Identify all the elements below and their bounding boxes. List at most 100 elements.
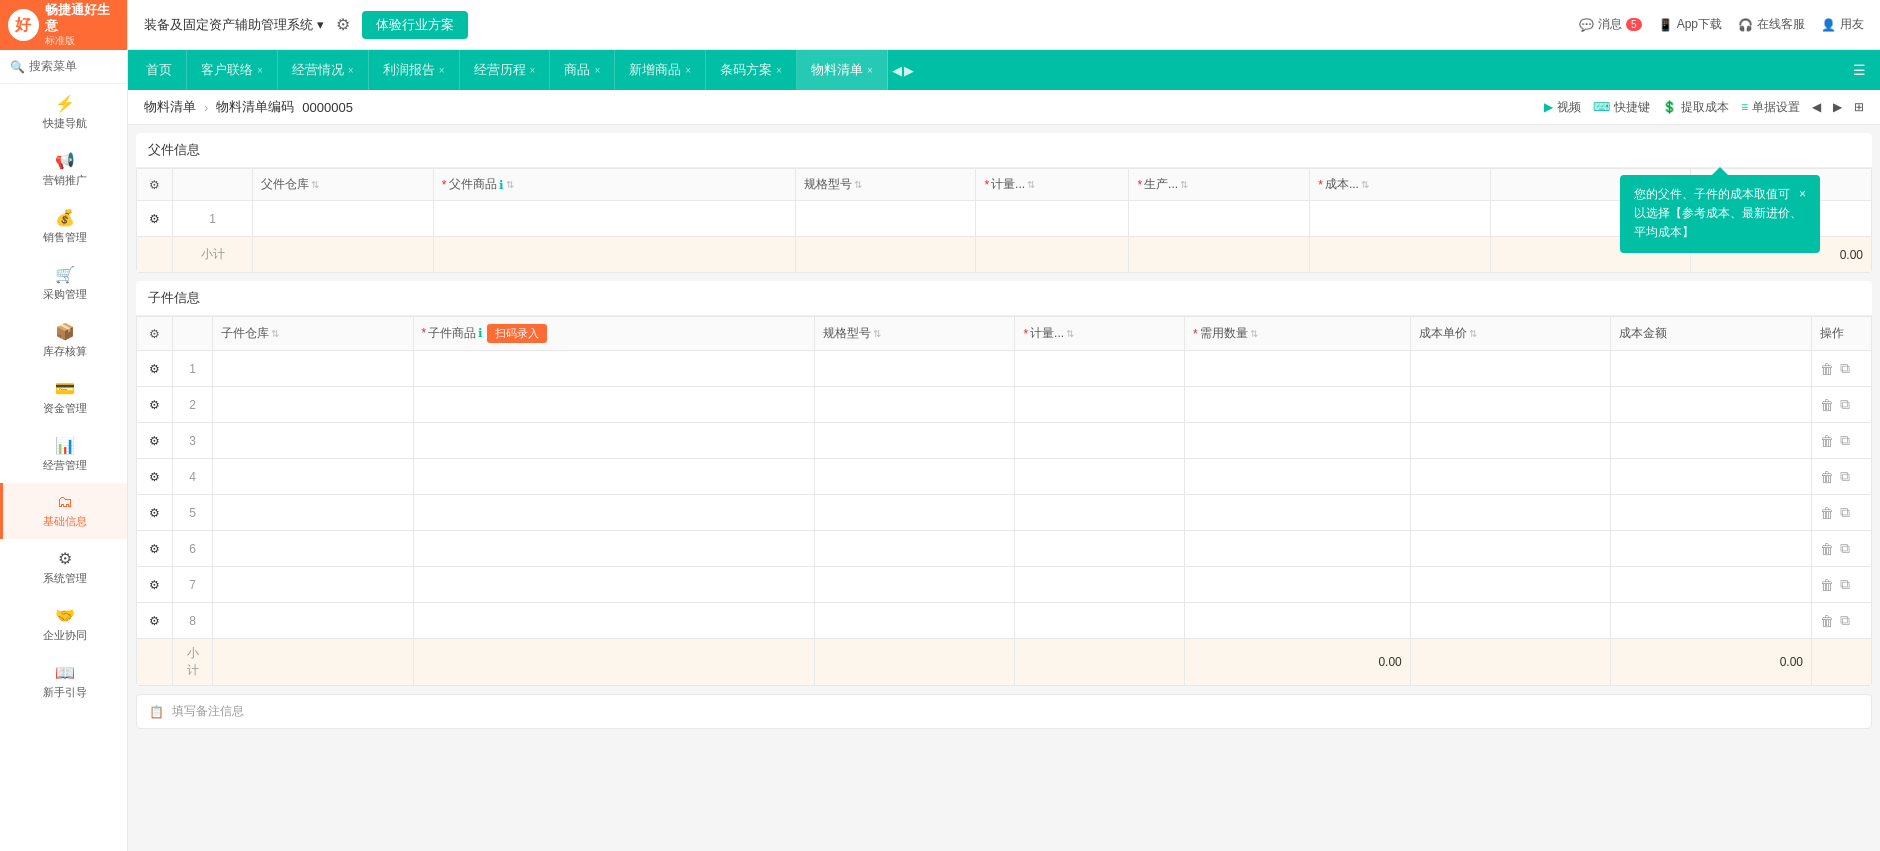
parent-row-warehouse[interactable]	[253, 201, 434, 237]
delete-icon[interactable]: 🗑	[1820, 505, 1834, 521]
tab-bom[interactable]: 物料清单 ×	[797, 50, 888, 90]
child-row-spec[interactable]	[814, 459, 1015, 495]
child-qty-sort[interactable]: * 需用数量 ⇅	[1193, 325, 1258, 342]
tab-profit-close[interactable]: ×	[439, 65, 445, 76]
child-price-sort[interactable]: 成本单价 ⇅	[1419, 325, 1477, 342]
child-row-price[interactable]	[1410, 567, 1611, 603]
copy-icon[interactable]: ⧉	[1840, 540, 1850, 557]
tab-history[interactable]: 经营历程 ×	[460, 50, 551, 90]
doc-settings-btn[interactable]: ≡ 单据设置	[1741, 99, 1800, 116]
spec-sort[interactable]: 规格型号 ⇅	[804, 176, 862, 193]
parent-row-cost[interactable]	[1310, 201, 1491, 237]
child-row-warehouse[interactable]	[213, 351, 414, 387]
parent-row-production[interactable]	[1129, 201, 1310, 237]
copy-icon[interactable]: ⧉	[1840, 504, 1850, 521]
sidebar-item-basic-info[interactable]: 🗂 基础信息	[0, 483, 127, 539]
child-row-price[interactable]	[1410, 495, 1611, 531]
child-unit-sort[interactable]: * 计量... ⇅	[1023, 325, 1074, 342]
child-row-qty[interactable]	[1185, 459, 1411, 495]
sidebar-item-system[interactable]: ⚙ 系统管理	[0, 539, 127, 596]
unit-sort[interactable]: * 计量... ⇅	[984, 176, 1035, 193]
tab-customer-close[interactable]: ×	[257, 65, 263, 76]
view-video-btn[interactable]: ▶ 视频	[1544, 99, 1581, 116]
tab-home[interactable]: 首页	[132, 50, 187, 90]
child-row-product[interactable]	[413, 495, 814, 531]
child-row-product[interactable]	[413, 459, 814, 495]
child-row-spec[interactable]	[814, 531, 1015, 567]
sidebar-item-inventory[interactable]: 📦 库存核算	[0, 312, 127, 369]
close-all-tabs[interactable]: ☰	[1843, 62, 1876, 78]
child-warehouse-sort[interactable]: 子件仓库 ⇅	[221, 325, 279, 342]
child-row-qty[interactable]	[1185, 567, 1411, 603]
child-row-warehouse[interactable]	[213, 567, 414, 603]
app-download-btn[interactable]: 📱 App下载	[1658, 16, 1722, 33]
sidebar-search-area[interactable]: 🔍 搜索菜单	[0, 50, 127, 84]
note-text[interactable]: 填写备注信息	[172, 703, 244, 720]
child-row-unit[interactable]	[1015, 351, 1185, 387]
tab-operations-close[interactable]: ×	[348, 65, 354, 76]
sidebar-item-marketing[interactable]: 📢 营销推广	[0, 141, 127, 198]
tab-profit[interactable]: 利润报告 ×	[369, 50, 460, 90]
tab-barcode-close[interactable]: ×	[776, 65, 782, 76]
child-row-qty[interactable]	[1185, 531, 1411, 567]
child-row-spec[interactable]	[814, 351, 1015, 387]
delete-icon[interactable]: 🗑	[1820, 397, 1834, 413]
tab-products-close[interactable]: ×	[594, 65, 600, 76]
nav-next-btn[interactable]: ▶	[1833, 100, 1842, 114]
child-row-price[interactable]	[1410, 459, 1611, 495]
child-settings-icon[interactable]: ⚙	[149, 327, 160, 341]
child-row-spec[interactable]	[814, 495, 1015, 531]
sidebar-item-quick-nav[interactable]: ⚡ 快捷导航	[0, 84, 127, 141]
parent-row-spec[interactable]	[795, 201, 976, 237]
bottom-note[interactable]: 📋 填写备注信息	[136, 694, 1872, 729]
delete-icon[interactable]: 🗑	[1820, 613, 1834, 629]
copy-icon[interactable]: ⧉	[1840, 468, 1850, 485]
copy-icon[interactable]: ⧉	[1840, 432, 1850, 449]
sidebar-item-operations[interactable]: 📊 经营管理	[0, 426, 127, 483]
tab-barcode[interactable]: 条码方案 ×	[706, 50, 797, 90]
child-row-warehouse[interactable]	[213, 387, 414, 423]
child-row-qty[interactable]	[1185, 495, 1411, 531]
child-row-warehouse[interactable]	[213, 495, 414, 531]
tooltip-close[interactable]: ×	[1799, 185, 1806, 204]
trial-button[interactable]: 体验行业方案	[362, 11, 468, 39]
grid-view-btn[interactable]: ⊞	[1854, 100, 1864, 114]
parent-row-unit[interactable]	[976, 201, 1129, 237]
delete-icon[interactable]: 🗑	[1820, 433, 1834, 449]
child-row-qty[interactable]	[1185, 603, 1411, 639]
extract-cost-btn[interactable]: 💲 提取成本	[1662, 99, 1729, 116]
tab-new-product-close[interactable]: ×	[685, 65, 691, 76]
scan-input-btn[interactable]: 扫码录入	[487, 324, 547, 343]
child-row-product[interactable]	[413, 567, 814, 603]
sidebar-item-purchase[interactable]: 🛒 采购管理	[0, 255, 127, 312]
sidebar-item-finance[interactable]: 💳 资金管理	[0, 369, 127, 426]
shortcut-btn[interactable]: ⌨ 快捷键	[1593, 99, 1650, 116]
child-row-price[interactable]	[1410, 423, 1611, 459]
tab-new-product[interactable]: 新增商品 ×	[615, 50, 706, 90]
child-row-price[interactable]	[1410, 531, 1611, 567]
child-row-unit[interactable]	[1015, 459, 1185, 495]
production-sort[interactable]: * 生产... ⇅	[1137, 176, 1188, 193]
child-row-unit[interactable]	[1015, 603, 1185, 639]
child-row-spec[interactable]	[814, 387, 1015, 423]
search-input-trigger[interactable]: 🔍 搜索菜单	[10, 58, 117, 75]
child-row-unit[interactable]	[1015, 423, 1185, 459]
delete-icon[interactable]: 🗑	[1820, 361, 1834, 377]
child-row-qty[interactable]	[1185, 351, 1411, 387]
child-row-product[interactable]	[413, 603, 814, 639]
cost-sort[interactable]: * 成本... ⇅	[1318, 176, 1369, 193]
online-service-btn[interactable]: 🎧 在线客服	[1738, 16, 1805, 33]
child-row-unit[interactable]	[1015, 387, 1185, 423]
child-row-spec[interactable]	[814, 567, 1015, 603]
user-menu[interactable]: 👤 用友	[1821, 16, 1864, 33]
child-row-product[interactable]	[413, 531, 814, 567]
message-btn[interactable]: 💬 消息 5	[1579, 16, 1642, 33]
sidebar-item-sales[interactable]: 💰 销售管理	[0, 198, 127, 255]
tab-operations[interactable]: 经营情况 ×	[278, 50, 369, 90]
parent-row-product[interactable]	[433, 201, 795, 237]
tab-bom-close[interactable]: ×	[867, 65, 873, 76]
delete-icon[interactable]: 🗑	[1820, 469, 1834, 485]
copy-icon[interactable]: ⧉	[1840, 360, 1850, 377]
child-row-qty[interactable]	[1185, 387, 1411, 423]
child-row-qty[interactable]	[1185, 423, 1411, 459]
